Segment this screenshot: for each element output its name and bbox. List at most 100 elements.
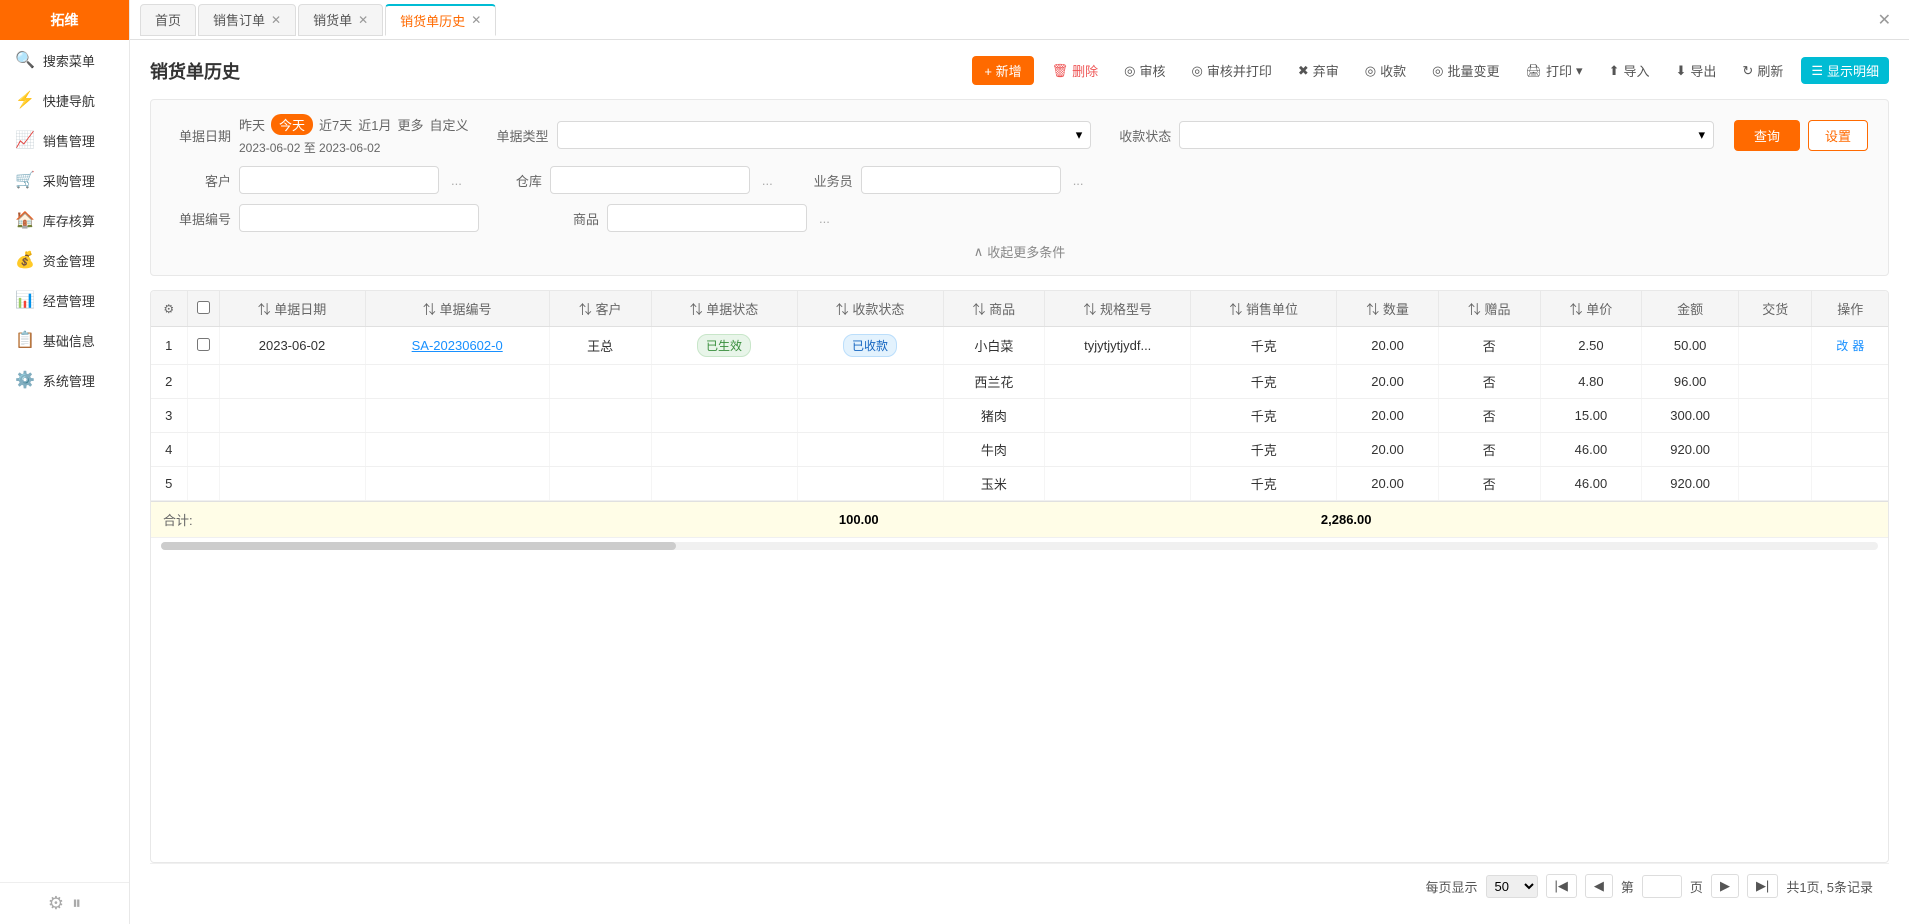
- col-qty[interactable]: ⇅ 数量: [1337, 291, 1439, 327]
- main-area: 首页 销售订单 ✕ 销货单 ✕ 销货单历史 ✕ ✕ 销货单历史 + 新增 🗑 删…: [130, 0, 1909, 924]
- sidebar-item-finance-mgmt[interactable]: 💰 资金管理: [0, 240, 129, 280]
- warehouse-more-icon[interactable]: ...: [762, 173, 773, 188]
- prev-page-btn[interactable]: ◀: [1585, 874, 1613, 898]
- page-number-input[interactable]: 1: [1642, 875, 1682, 898]
- tab-sales-history[interactable]: 销货单历史 ✕: [385, 4, 496, 36]
- col-transaction[interactable]: 交货: [1739, 291, 1812, 327]
- search-button[interactable]: 查询: [1734, 120, 1800, 151]
- row-checkbox[interactable]: [187, 433, 219, 467]
- print-button[interactable]: 🖨 打印 ▾: [1518, 57, 1591, 84]
- shortcut-7days[interactable]: 近7天: [319, 115, 352, 134]
- pause-icon[interactable]: ⏸: [72, 893, 81, 914]
- row-doc-no[interactable]: SA-20230602-0: [365, 327, 549, 365]
- select-all-checkbox[interactable]: [197, 301, 210, 314]
- col-spec[interactable]: ⇅ 规格型号: [1045, 291, 1191, 327]
- gear-header[interactable]: ⚙: [151, 291, 187, 327]
- batch-change-icon: ◎: [1432, 63, 1443, 79]
- doc-no-input[interactable]: [239, 204, 479, 232]
- audit-print-button[interactable]: ◎ 审核并打印: [1184, 57, 1280, 84]
- shortcut-today[interactable]: 今天: [271, 114, 313, 135]
- row-doc-no[interactable]: [365, 467, 549, 501]
- row-doc-no[interactable]: [365, 433, 549, 467]
- customer-more-icon[interactable]: ...: [451, 173, 462, 188]
- tab-home[interactable]: 首页: [140, 4, 196, 36]
- set-button[interactable]: 设置: [1808, 120, 1868, 151]
- last-page-btn[interactable]: ▶|: [1747, 874, 1778, 898]
- abandon-button[interactable]: ✖ 弃审: [1290, 57, 1347, 84]
- window-close-button[interactable]: ✕: [1870, 10, 1899, 30]
- col-doc-status[interactable]: ⇅ 单据状态: [651, 291, 797, 327]
- batch-change-button[interactable]: ◎ 批量变更: [1424, 57, 1507, 84]
- row-doc-no[interactable]: [365, 365, 549, 399]
- row-actions: [1812, 365, 1888, 399]
- edit-action[interactable]: 改: [1836, 339, 1848, 353]
- tab-sales-invoice-close[interactable]: ✕: [358, 13, 368, 27]
- purchase-mgmt-icon: 🛒: [15, 170, 35, 190]
- sidebar-item-operation-mgmt[interactable]: 📊 经营管理: [0, 280, 129, 320]
- col-goods[interactable]: ⇅ 商品: [943, 291, 1045, 327]
- tab-sales-order-close[interactable]: ✕: [271, 13, 281, 27]
- per-page-select[interactable]: 50 100 200: [1486, 875, 1538, 898]
- col-doc-no[interactable]: ⇅ 单据编号: [365, 291, 549, 327]
- import-button[interactable]: ⬆ 导入: [1601, 57, 1658, 84]
- sidebar-item-purchase-mgmt[interactable]: 🛒 采购管理: [0, 160, 129, 200]
- col-amount[interactable]: 金额: [1642, 291, 1739, 327]
- refresh-button[interactable]: ↻ 刷新: [1734, 57, 1791, 84]
- salesman-input[interactable]: [861, 166, 1061, 194]
- doc-type-select[interactable]: ▾: [557, 121, 1092, 149]
- shortcut-1month[interactable]: 近1月: [358, 115, 391, 134]
- col-gift[interactable]: ⇅ 赠品: [1438, 291, 1540, 327]
- row-checkbox[interactable]: [187, 467, 219, 501]
- tab-sales-order[interactable]: 销售订单 ✕: [198, 4, 296, 36]
- customer-input[interactable]: [239, 166, 439, 194]
- horizontal-scrollbar[interactable]: [151, 537, 1888, 554]
- row-checkbox[interactable]: [187, 327, 219, 365]
- row-checkbox[interactable]: [187, 399, 219, 433]
- col-customer[interactable]: ⇅ 客户: [549, 291, 651, 327]
- row-doc-status: [651, 467, 797, 501]
- goods-more-icon[interactable]: ...: [819, 211, 830, 226]
- col-actions: 操作: [1812, 291, 1888, 327]
- sidebar-item-inventory[interactable]: 🏠 库存核算: [0, 200, 129, 240]
- new-button[interactable]: + 新增: [972, 56, 1033, 85]
- col-unit-price[interactable]: ⇅ 单价: [1540, 291, 1642, 327]
- sidebar-item-system-mgmt[interactable]: ⚙️ 系统管理: [0, 360, 129, 400]
- doc-status-badge: 已生效: [697, 334, 751, 357]
- row-checkbox[interactable]: [187, 365, 219, 399]
- next-page-btn[interactable]: ▶: [1711, 874, 1739, 898]
- sidebar-item-basic-info[interactable]: 📋 基础信息: [0, 320, 129, 360]
- tab-sales-history-close[interactable]: ✕: [471, 13, 481, 27]
- salesman-label: 业务员: [793, 171, 853, 190]
- row-payment-status: [797, 433, 943, 467]
- doc-no-link[interactable]: SA-20230602-0: [412, 338, 503, 353]
- export-button[interactable]: ⬇ 导出: [1667, 57, 1724, 84]
- show-detail-button[interactable]: ☰ 显示明细: [1801, 57, 1889, 84]
- sidebar-item-search-menu[interactable]: 🔍 搜索菜单: [0, 40, 129, 80]
- salesman-more-icon[interactable]: ...: [1073, 173, 1084, 188]
- sidebar-item-quick-nav[interactable]: ⚡ 快捷导航: [0, 80, 129, 120]
- warehouse-input[interactable]: [550, 166, 750, 194]
- row-doc-no[interactable]: [365, 399, 549, 433]
- payment-status-select[interactable]: ▾: [1179, 121, 1714, 149]
- col-doc-date[interactable]: ⇅ 单据日期: [219, 291, 365, 327]
- delete-button[interactable]: 🗑 删除: [1044, 57, 1107, 84]
- shortcut-more[interactable]: 更多: [398, 115, 424, 134]
- import-icon: ⬆: [1609, 63, 1620, 79]
- settings-icon[interactable]: ⚙: [48, 893, 64, 914]
- tab-sales-invoice[interactable]: 销货单 ✕: [298, 4, 383, 36]
- tabs-bar: 首页 销售订单 ✕ 销货单 ✕ 销货单历史 ✕ ✕: [130, 0, 1909, 40]
- goods-input[interactable]: [607, 204, 807, 232]
- audit-button[interactable]: ◎ 审核: [1116, 57, 1173, 84]
- show-detail-icon: ☰: [1811, 63, 1823, 79]
- sidebar-item-sales-mgmt[interactable]: 📈 销售管理: [0, 120, 129, 160]
- col-unit[interactable]: ⇅ 销售单位: [1191, 291, 1337, 327]
- more-action[interactable]: 器: [1852, 339, 1864, 353]
- checkbox-header[interactable]: [187, 291, 219, 327]
- first-page-btn[interactable]: |◀: [1546, 874, 1577, 898]
- shortcut-yesterday[interactable]: 昨天: [239, 115, 265, 134]
- collect-button[interactable]: ◎ 收款: [1357, 57, 1414, 84]
- col-payment-status[interactable]: ⇅ 收款状态: [797, 291, 943, 327]
- collapse-button[interactable]: ∧ 收起更多条件: [171, 242, 1868, 261]
- shortcut-custom[interactable]: 自定义: [430, 115, 469, 134]
- date-range-display: 2023-06-02 至 2023-06-02: [239, 139, 469, 156]
